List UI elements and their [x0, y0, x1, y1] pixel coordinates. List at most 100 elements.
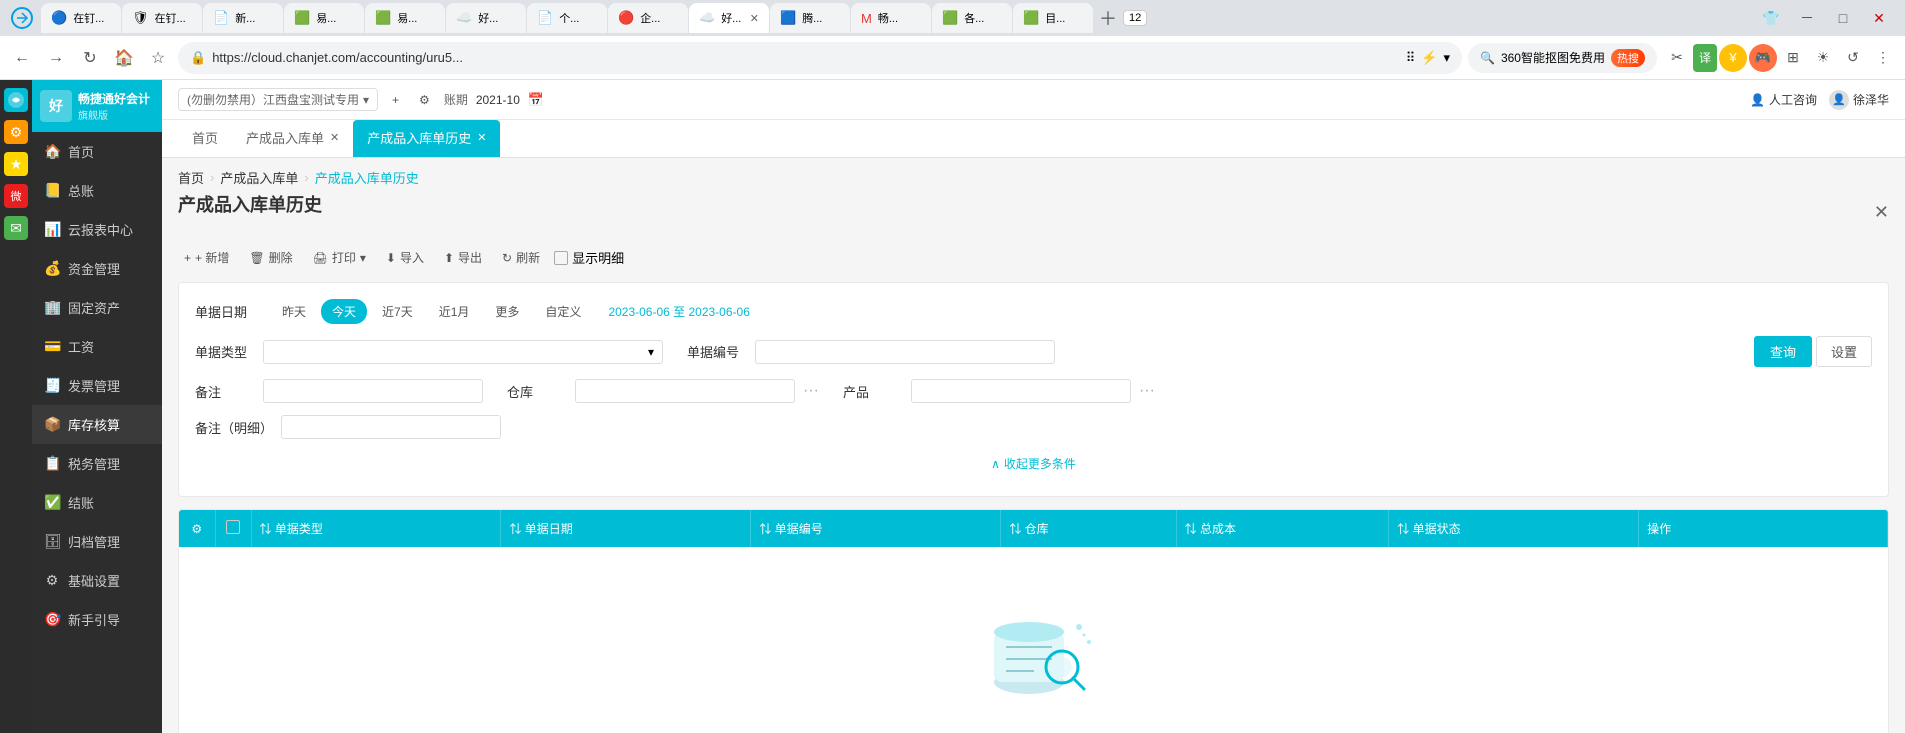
note-filter-input[interactable]: [263, 379, 483, 403]
new-button[interactable]: + + 新增: [178, 245, 235, 270]
sidebar-item-invoice[interactable]: 🧾 发票管理: [32, 366, 162, 405]
tab-yida2[interactable]: 🟩 易...: [365, 3, 445, 33]
game-button[interactable]: 🎮: [1749, 44, 1777, 72]
tab-inventory-list-close[interactable]: ✕: [330, 131, 339, 144]
column-total-cost[interactable]: ⇅ 总成本: [1176, 510, 1389, 547]
sidebar-item-inventory[interactable]: 📦 库存核算: [32, 405, 162, 444]
maximize-button[interactable]: □: [1829, 4, 1857, 32]
import-button[interactable]: ⬇ 导入: [380, 245, 430, 270]
back-button[interactable]: ←: [8, 44, 36, 72]
sidebar-item-basic-settings[interactable]: ⚙ 基础设置: [32, 561, 162, 600]
page-tab-history[interactable]: 产成品入库单历史 ✕: [353, 120, 500, 157]
voucher-filter-input[interactable]: [755, 340, 1055, 364]
new-tab-button[interactable]: ＋: [1094, 4, 1122, 32]
scissors-button[interactable]: ✂: [1663, 44, 1691, 72]
warehouse-filter-input[interactable]: [575, 379, 795, 403]
gear-icon[interactable]: ⚙: [191, 522, 202, 536]
sidebar-item-home[interactable]: 🏠 首页: [32, 132, 162, 171]
sidebar-item-cloud-report[interactable]: 📊 云报表中心: [32, 210, 162, 249]
tab-yida1[interactable]: 🟩 易...: [284, 3, 364, 33]
tab-zaiding[interactable]: 🔵 在钉...: [41, 3, 121, 33]
calendar-icon[interactable]: 📅: [528, 92, 544, 108]
sidebar-item-new-entry[interactable]: 🎯 新手引导: [32, 600, 162, 639]
type-filter-select[interactable]: ▾: [263, 340, 663, 364]
breadcrumb-home[interactable]: 首页: [178, 168, 204, 187]
refresh-data-button[interactable]: ↻ 刷新: [496, 245, 546, 270]
tab-active-cloud[interactable]: ☁️ 好... ✕: [689, 3, 769, 33]
sun-button[interactable]: ☀: [1809, 44, 1837, 72]
more-button[interactable]: ⋮: [1869, 44, 1897, 72]
tab-history-close[interactable]: ✕: [477, 131, 486, 144]
address-bar[interactable]: 🔒 https://cloud.chanjet.com/accounting/u…: [178, 42, 1462, 74]
sidebar-item-fund[interactable]: 💰 资金管理: [32, 249, 162, 288]
show-detail-toggle[interactable]: 显示明细: [554, 248, 624, 267]
tab-chang[interactable]: M 畅...: [851, 3, 931, 33]
topbar-settings-button[interactable]: ⚙: [413, 89, 436, 111]
sidebar-item-settlement[interactable]: ✅ 结账: [32, 483, 162, 522]
page-close-button[interactable]: ✕: [1874, 202, 1889, 223]
date-btn-7days[interactable]: 近7天: [371, 299, 424, 324]
customer-service-link[interactable]: 👤 人工咨询: [1750, 91, 1817, 108]
breadcrumb-list[interactable]: 产成品入库单: [220, 168, 298, 187]
detail-note-input[interactable]: [281, 415, 501, 439]
user-account[interactable]: 👤 徐泽华: [1829, 90, 1889, 110]
column-status[interactable]: ⇅ 单据状态: [1389, 510, 1639, 547]
undo-browser-button[interactable]: ↺: [1839, 44, 1867, 72]
page-tab-inventory-list[interactable]: 产成品入库单 ✕: [232, 120, 353, 157]
tab-personal[interactable]: 📄 个...: [527, 3, 607, 33]
column-type[interactable]: ⇅ 单据类型: [251, 510, 501, 547]
sidebar-item-tax[interactable]: 📋 税务管理: [32, 444, 162, 483]
product-filter-input[interactable]: [911, 379, 1131, 403]
filter-settings-button[interactable]: 设置: [1816, 336, 1872, 367]
company-selector[interactable]: (勿删勿禁用）江西盘宝测试专用 ▾: [178, 88, 378, 111]
show-detail-checkbox[interactable]: [554, 251, 568, 265]
currency-button[interactable]: ¥: [1719, 44, 1747, 72]
tab-enterprise[interactable]: 🔴 企...: [608, 3, 688, 33]
sidebar-item-archive[interactable]: 🗄 归档管理: [32, 522, 162, 561]
forward-button[interactable]: →: [42, 44, 70, 72]
warehouse-dots[interactable]: ···: [803, 382, 819, 400]
date-btn-today[interactable]: 今天: [321, 299, 367, 324]
date-btn-custom[interactable]: 自定义: [534, 299, 592, 324]
print-button[interactable]: 🖨 打印 ▾: [307, 245, 372, 270]
app-icon-settings[interactable]: ⚙: [4, 120, 28, 144]
column-date[interactable]: ⇅ 单据日期: [501, 510, 751, 547]
search-bar[interactable]: 🔍 360智能抠图免费用 热搜: [1468, 43, 1657, 73]
collapse-button[interactable]: ∧ 收起更多条件: [983, 447, 1084, 480]
date-btn-yesterday[interactable]: 昨天: [271, 299, 317, 324]
column-number[interactable]: ⇅ 单据编号: [751, 510, 1001, 547]
app-icon-star[interactable]: ★: [4, 152, 28, 176]
sidebar-item-payroll[interactable]: 💳 工资: [32, 327, 162, 366]
browser-nav-icon[interactable]: [4, 0, 40, 36]
sidebar-item-fixed-assets[interactable]: 🏢 固定资产: [32, 288, 162, 327]
column-gear[interactable]: ⚙: [179, 510, 215, 547]
app-icon-chanjet[interactable]: [4, 88, 28, 112]
select-all-checkbox[interactable]: [226, 520, 240, 534]
minimize-button[interactable]: －: [1793, 4, 1821, 32]
bookmark-button[interactable]: ☆: [144, 44, 172, 72]
translate-button[interactable]: 译: [1693, 44, 1717, 72]
add-company-button[interactable]: +: [386, 89, 405, 111]
tab-close-9[interactable]: ✕: [750, 12, 759, 25]
chevron-down-icon[interactable]: ▾: [1443, 50, 1450, 66]
tab-tencent[interactable]: 🟦 腾...: [770, 3, 850, 33]
delete-button[interactable]: 🗑 删除: [243, 245, 298, 270]
sidebar-item-general-ledger[interactable]: 📒 总账: [32, 171, 162, 210]
query-button[interactable]: 查询: [1754, 336, 1812, 367]
column-checkbox[interactable]: [215, 510, 251, 547]
tab-new[interactable]: 📄 新...: [203, 3, 283, 33]
close-window-button[interactable]: ✕: [1865, 4, 1893, 32]
export-button[interactable]: ⬆ 导出: [438, 245, 488, 270]
product-dots[interactable]: ···: [1139, 382, 1155, 400]
grid-button[interactable]: ⊞: [1779, 44, 1807, 72]
tab-cloud1[interactable]: ☁️ 好...: [446, 3, 526, 33]
shirt-icon[interactable]: 👕: [1757, 4, 1785, 32]
tab-shield[interactable]: 🛡 在钉...: [122, 3, 202, 33]
column-warehouse[interactable]: ⇅ 仓库: [1001, 510, 1176, 547]
app-icon-mail[interactable]: ✉: [4, 216, 28, 240]
home-button[interactable]: 🏠: [110, 44, 138, 72]
date-btn-more[interactable]: 更多: [484, 299, 530, 324]
page-tab-home[interactable]: 首页: [178, 120, 232, 157]
tab-each[interactable]: 🟩 各...: [932, 3, 1012, 33]
app-icon-weibo[interactable]: 微: [4, 184, 28, 208]
